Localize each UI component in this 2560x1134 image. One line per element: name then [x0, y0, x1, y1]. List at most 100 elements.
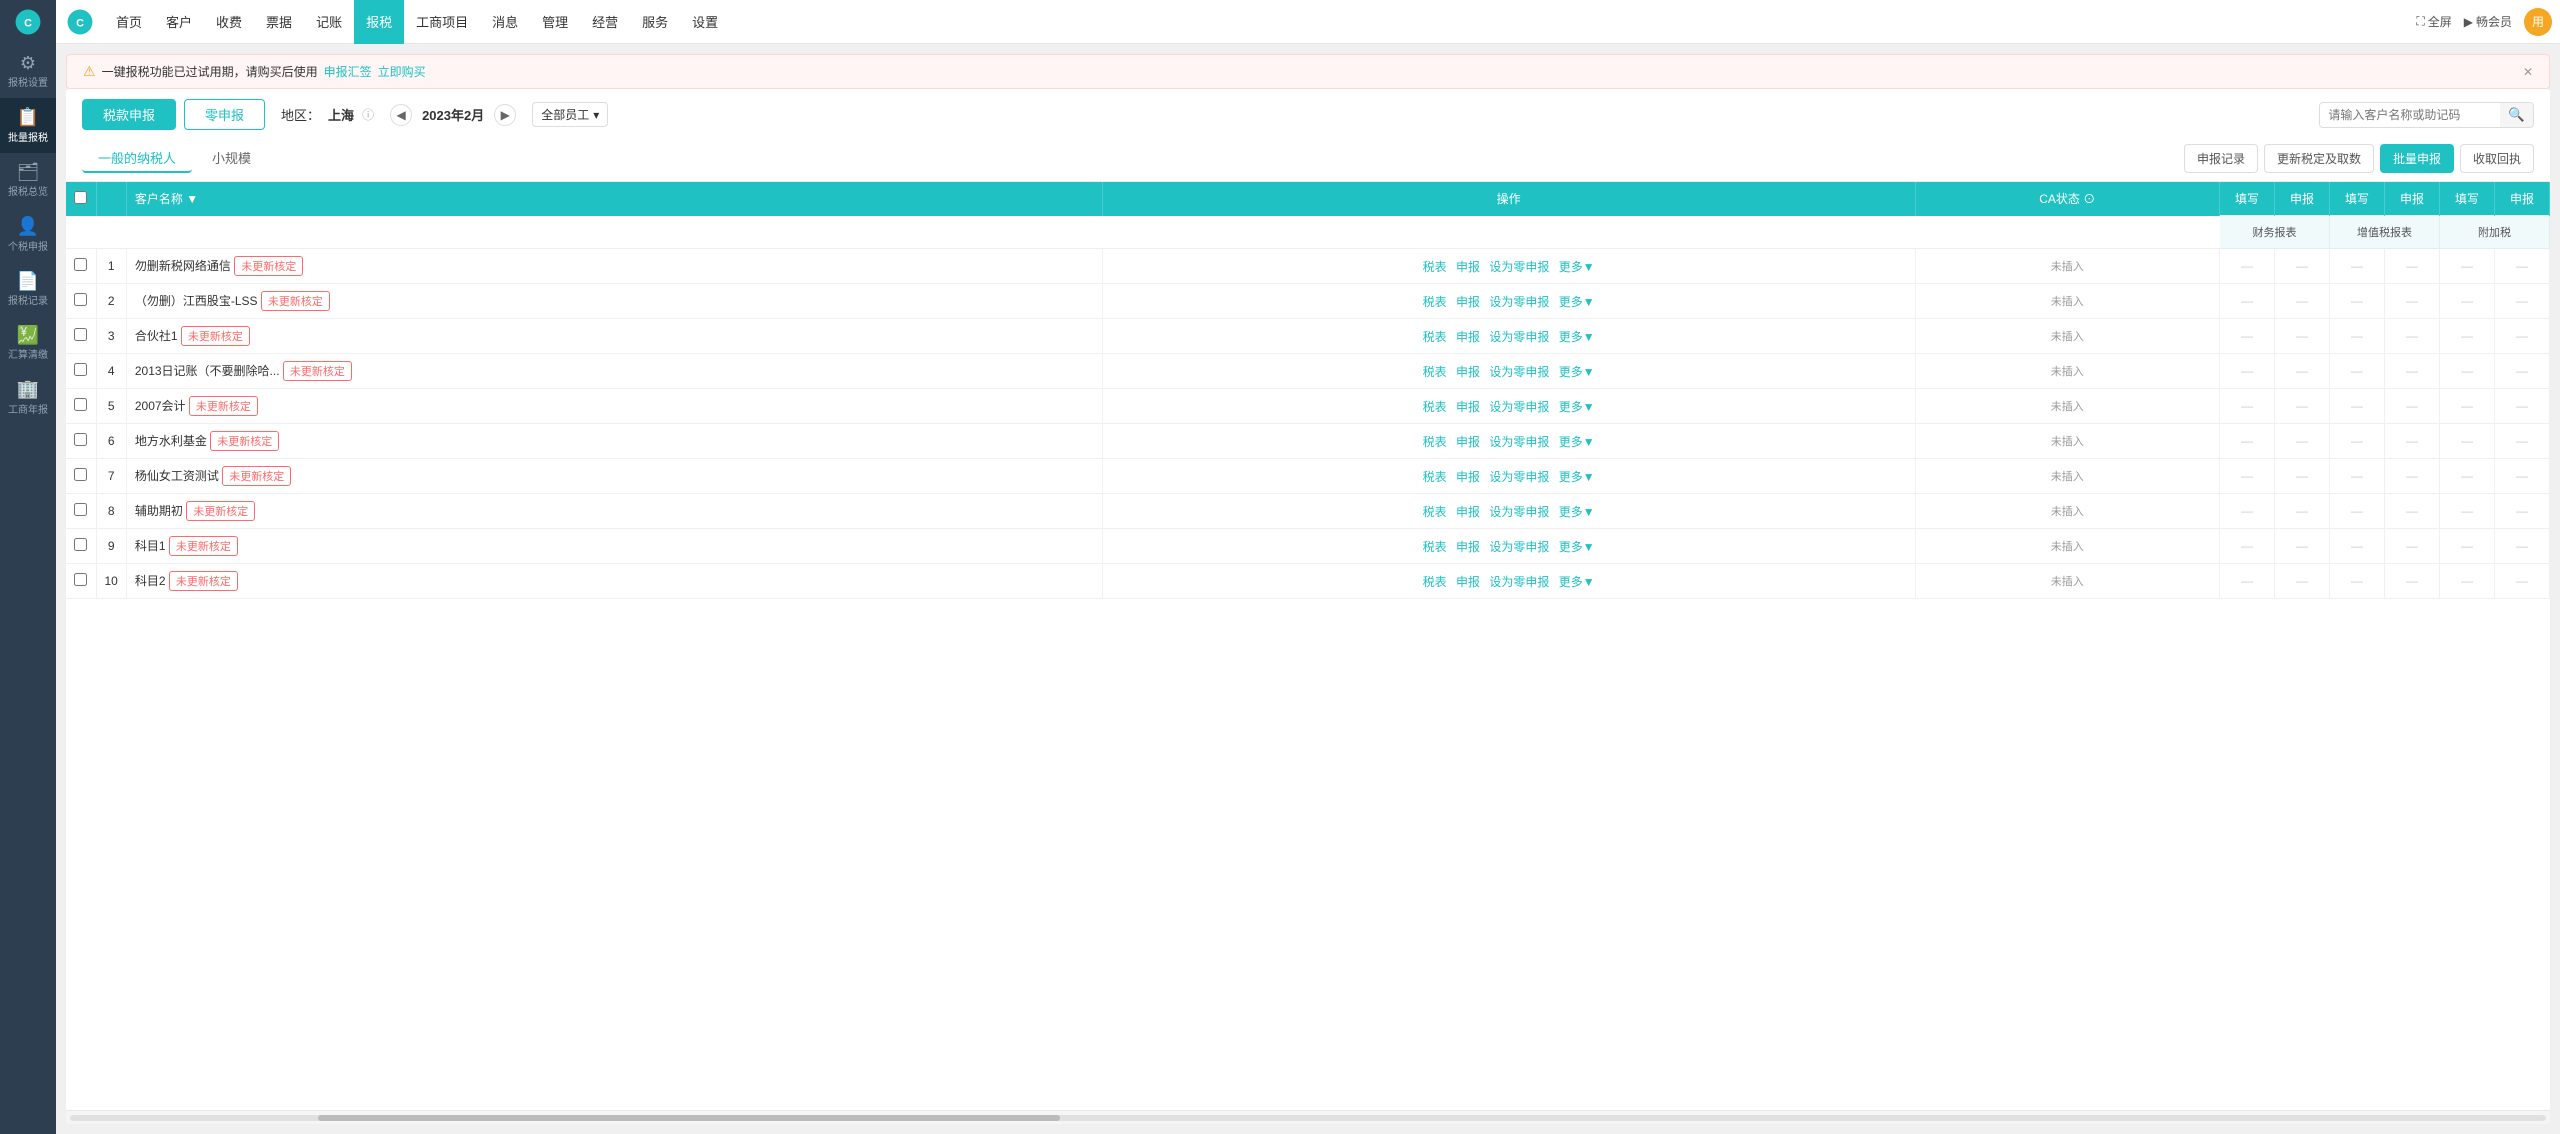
op-0[interactable]: 税表 — [1423, 260, 1447, 274]
client-name[interactable]: 科目2 — [135, 574, 166, 588]
client-name[interactable]: 辅助期初 — [135, 504, 183, 518]
batch-declaration-button[interactable]: 批量申报 — [2380, 144, 2454, 173]
period-next-button[interactable]: ▶ — [494, 104, 516, 126]
sidebar-item-piliangshaoshui[interactable]: 📋 批量报税 — [0, 98, 56, 152]
search-button[interactable]: 🔍 — [2500, 103, 2533, 127]
op-2[interactable]: 设为零申报 — [1489, 260, 1549, 274]
sidebar-item-baoshuizonglan[interactable]: 🗂 报税总览 — [0, 153, 56, 207]
op-0[interactable]: 税表 — [1423, 400, 1447, 414]
sidebar-item-baoshuishezhi[interactable]: ⚙ 报税设置 — [0, 44, 56, 98]
topnav-item-invoice[interactable]: 票据 — [254, 0, 304, 44]
topnav-item-message[interactable]: 消息 — [480, 0, 530, 44]
op-2[interactable]: 设为零申报 — [1489, 330, 1549, 344]
member-button[interactable]: ▶ 畅会员 — [2464, 13, 2512, 30]
op-0[interactable]: 税表 — [1423, 365, 1447, 379]
row-checkbox[interactable] — [74, 503, 87, 516]
op-0[interactable]: 税表 — [1423, 330, 1447, 344]
op-1[interactable]: 申报 — [1456, 470, 1480, 484]
row-checkbox[interactable] — [74, 538, 87, 551]
op-3[interactable]: 更多▼ — [1559, 330, 1595, 344]
topnav-item-business[interactable]: 工商项目 — [404, 0, 480, 44]
op-0[interactable]: 税表 — [1423, 295, 1447, 309]
topnav-item-billing[interactable]: 收费 — [204, 0, 254, 44]
row-checkbox[interactable] — [74, 468, 87, 481]
client-name[interactable]: 合伙社1 — [135, 329, 178, 343]
search-input[interactable] — [2320, 104, 2500, 126]
row-checkbox[interactable] — [74, 573, 87, 586]
client-name[interactable]: （勿删）江西股宝-LSS — [135, 294, 258, 308]
row-checkbox[interactable] — [74, 328, 87, 341]
op-3[interactable]: 更多▼ — [1559, 435, 1595, 449]
op-3[interactable]: 更多▼ — [1559, 365, 1595, 379]
op-1[interactable]: 申报 — [1456, 295, 1480, 309]
topnav-item-bookkeeping[interactable]: 记账 — [304, 0, 354, 44]
declaration-record-button[interactable]: 申报记录 — [2184, 144, 2258, 173]
op-1[interactable]: 申报 — [1456, 365, 1480, 379]
client-name[interactable]: 2013日记账（不要删除哈... — [135, 364, 280, 378]
op-2[interactable]: 设为零申报 — [1489, 540, 1549, 554]
tax-declaration-tab[interactable]: 税款申报 — [82, 99, 176, 130]
general-taxpayer-tab[interactable]: 一般的纳税人 — [82, 144, 192, 173]
client-name[interactable]: 科目1 — [135, 539, 166, 553]
op-2[interactable]: 设为零申报 — [1489, 295, 1549, 309]
row-checkbox[interactable] — [74, 433, 87, 446]
op-1[interactable]: 申报 — [1456, 400, 1480, 414]
op-0[interactable]: 税表 — [1423, 435, 1447, 449]
sidebar-item-huisuanqingjiao[interactable]: 💹 汇算清缴 — [0, 316, 56, 370]
op-1[interactable]: 申报 — [1456, 540, 1480, 554]
topnav-item-home[interactable]: 首页 — [104, 0, 154, 44]
op-0[interactable]: 税表 — [1423, 470, 1447, 484]
sidebar-item-gongshangnianbao[interactable]: 🏢 工商年报 — [0, 370, 56, 424]
banner-link1[interactable]: 申报汇签 — [324, 63, 372, 80]
zero-declaration-tab[interactable]: 零申报 — [184, 99, 265, 130]
period-prev-button[interactable]: ◀ — [390, 104, 412, 126]
op-2[interactable]: 设为零申报 — [1489, 365, 1549, 379]
topnav-item-service[interactable]: 服务 — [630, 0, 680, 44]
sort-icon[interactable]: ▼ — [186, 192, 198, 206]
client-name[interactable]: 勿删新税网络通信 — [135, 259, 231, 273]
row-checkbox[interactable] — [74, 293, 87, 306]
op-2[interactable]: 设为零申报 — [1489, 400, 1549, 414]
topnav-item-client[interactable]: 客户 — [154, 0, 204, 44]
op-2[interactable]: 设为零申报 — [1489, 575, 1549, 589]
staff-select[interactable]: 全部员工 ▾ — [532, 102, 608, 127]
op-0[interactable]: 税表 — [1423, 505, 1447, 519]
op-2[interactable]: 设为零申报 — [1489, 435, 1549, 449]
row-checkbox[interactable] — [74, 398, 87, 411]
op-3[interactable]: 更多▼ — [1559, 260, 1595, 274]
client-name[interactable]: 杨仙女工资测试 — [135, 469, 219, 483]
op-0[interactable]: 税表 — [1423, 575, 1447, 589]
op-0[interactable]: 税表 — [1423, 540, 1447, 554]
select-all-checkbox[interactable] — [74, 191, 87, 204]
op-3[interactable]: 更多▼ — [1559, 575, 1595, 589]
op-1[interactable]: 申报 — [1456, 330, 1480, 344]
op-3[interactable]: 更多▼ — [1559, 400, 1595, 414]
op-2[interactable]: 设为零申报 — [1489, 505, 1549, 519]
topnav-item-manage[interactable]: 管理 — [530, 0, 580, 44]
op-1[interactable]: 申报 — [1456, 435, 1480, 449]
fullscreen-button[interactable]: ⛶ 全屏 — [2416, 13, 2451, 30]
info-icon[interactable]: ⓘ — [362, 106, 374, 123]
collect-receipt-button[interactable]: 收取回执 — [2460, 144, 2534, 173]
op-1[interactable]: 申报 — [1456, 575, 1480, 589]
topnav-item-operation[interactable]: 经营 — [580, 0, 630, 44]
scrollbar-thumb[interactable] — [318, 1115, 1061, 1121]
op-3[interactable]: 更多▼ — [1559, 540, 1595, 554]
topnav-item-settings[interactable]: 设置 — [680, 0, 730, 44]
banner-link2[interactable]: 立即购买 — [378, 63, 426, 80]
op-1[interactable]: 申报 — [1456, 505, 1480, 519]
update-tax-button[interactable]: 更新税定及取数 — [2264, 144, 2374, 173]
op-3[interactable]: 更多▼ — [1559, 505, 1595, 519]
op-3[interactable]: 更多▼ — [1559, 470, 1595, 484]
topnav-item-tax[interactable]: 报税 — [354, 0, 404, 44]
client-name[interactable]: 2007会计 — [135, 399, 186, 413]
avatar[interactable]: 用 — [2524, 8, 2552, 36]
banner-close-button[interactable]: ✕ — [2523, 65, 2533, 79]
client-name[interactable]: 地方水利基金 — [135, 434, 207, 448]
sidebar-item-baoshuijilu[interactable]: 📄 报税记录 — [0, 262, 56, 316]
op-3[interactable]: 更多▼ — [1559, 295, 1595, 309]
op-2[interactable]: 设为零申报 — [1489, 470, 1549, 484]
small-scale-tab[interactable]: 小规模 — [196, 144, 267, 173]
sidebar-item-geshuishenbao[interactable]: 👤 个税申报 — [0, 207, 56, 261]
row-checkbox[interactable] — [74, 258, 87, 271]
